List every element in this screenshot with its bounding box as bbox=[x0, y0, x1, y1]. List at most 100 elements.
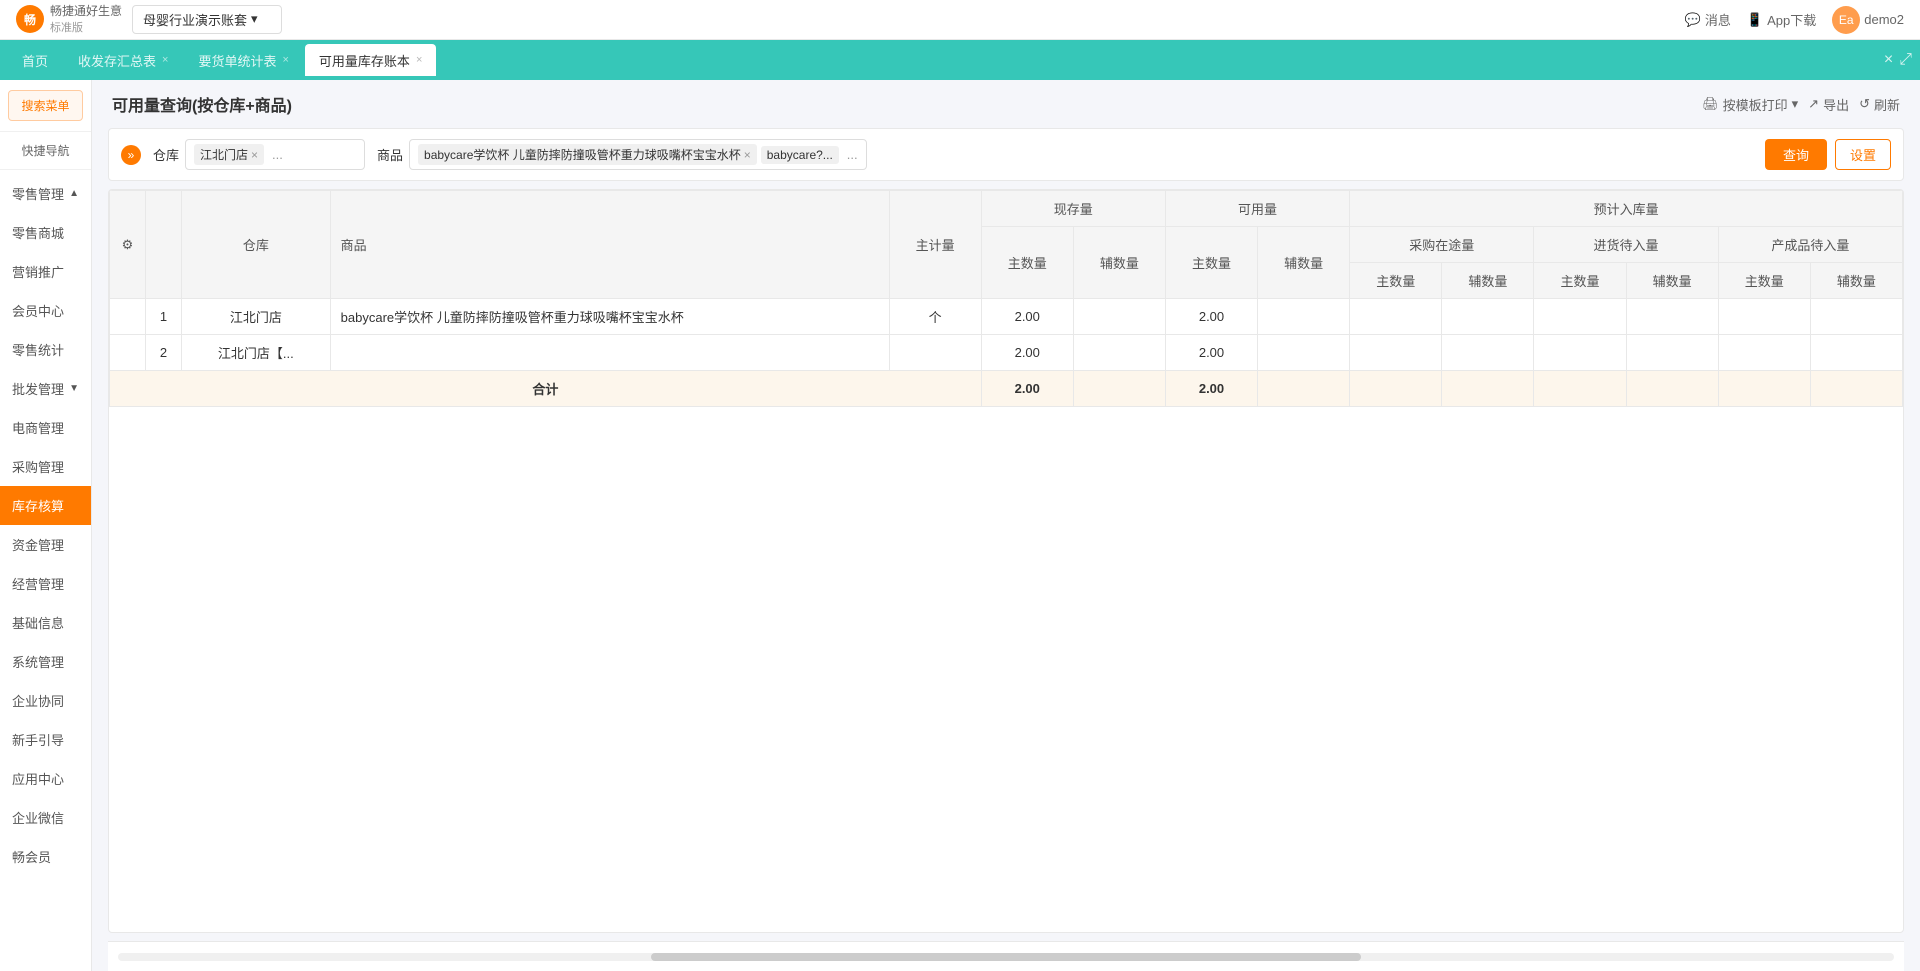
sidebar-item-new-guide-label: 新手引导 bbox=[12, 730, 64, 749]
sidebar-item-member-center[interactable]: 会员中心 bbox=[0, 291, 91, 330]
sidebar-item-system-mgmt-label: 系统管理 bbox=[12, 652, 64, 671]
quick-nav-button[interactable]: 快捷导航 bbox=[0, 132, 91, 170]
td-gear bbox=[110, 299, 146, 335]
th-avail-aux: 辅数量 bbox=[1258, 227, 1350, 299]
td-pt-main-2 bbox=[1350, 335, 1442, 371]
avatar: Ea bbox=[1832, 6, 1860, 34]
td-pt-aux-2 bbox=[1442, 335, 1534, 371]
tab-order-stats[interactable]: 要货单统计表 × bbox=[184, 44, 302, 76]
sidebar-item-enterprise-collab[interactable]: 企业协同 bbox=[0, 681, 91, 720]
sidebar-item-member-center-label: 会员中心 bbox=[12, 301, 64, 320]
sidebar-item-member[interactable]: 畅会员 bbox=[0, 837, 91, 876]
tab-home[interactable]: 首页 bbox=[8, 44, 62, 76]
expand-icon[interactable]: ⤢ bbox=[1899, 51, 1912, 69]
data-table: ⚙ 仓库 商品 主计量 现存量 可用量 预计入库量 主数量 辅数量 主数量 辅数… bbox=[109, 190, 1903, 407]
td-warehouse-1: 江北门店 bbox=[182, 299, 331, 335]
scrollbar-thumb[interactable] bbox=[651, 953, 1361, 961]
top-bar-left: 畅 畅捷通好生意 标准版 母婴行业演示账套 ▾ bbox=[16, 4, 282, 34]
sidebar-item-basic-info[interactable]: 基础信息 bbox=[0, 603, 91, 642]
sidebar-item-retail-mall[interactable]: 零售商城 bbox=[0, 213, 91, 252]
sidebar-item-wholesale-mgmt[interactable]: 批发管理 ▼ bbox=[0, 369, 91, 408]
sidebar-item-inventory-label: 库存核算 bbox=[12, 496, 64, 515]
sidebar-item-retail-stats[interactable]: 零售统计 bbox=[0, 330, 91, 369]
th-ip-main: 主数量 bbox=[1534, 263, 1626, 299]
horizontal-scrollbar[interactable] bbox=[118, 953, 1894, 961]
product-more-icon: ... bbox=[847, 147, 858, 162]
tab-available-stock[interactable]: 可用量库存账本 × bbox=[305, 44, 436, 76]
search-menu-button[interactable]: 搜索菜单 bbox=[8, 90, 83, 121]
sidebar-item-purchase-label: 采购管理 bbox=[12, 457, 64, 476]
tab-receive-summary[interactable]: 收发存汇总表 × bbox=[64, 44, 182, 76]
td-unit-1: 个 bbox=[889, 299, 981, 335]
td-avail-aux-1 bbox=[1258, 299, 1350, 335]
print-button[interactable]: 🖨 按模板打印 ▾ bbox=[1702, 95, 1798, 114]
sidebar-item-finance[interactable]: 资金管理 bbox=[0, 525, 91, 564]
th-pp-main: 主数量 bbox=[1718, 263, 1810, 299]
message-action[interactable]: 💬 消息 bbox=[1685, 10, 1731, 29]
sidebar-item-purchase[interactable]: 采购管理 bbox=[0, 447, 91, 486]
warehouse-tag-value: 江北门店 bbox=[200, 146, 248, 163]
td-ip-main-2 bbox=[1534, 335, 1626, 371]
sidebar-item-marketing[interactable]: 营销推广 bbox=[0, 252, 91, 291]
remove-warehouse-tag-icon[interactable]: × bbox=[251, 148, 258, 162]
product-filter-input[interactable]: babycare学饮杯 儿童防摔防撞吸管杯重力球吸嘴杯宝宝水杯 × babyca… bbox=[409, 139, 867, 170]
summary-label: 合计 bbox=[110, 371, 982, 407]
summary-stock-aux bbox=[1073, 371, 1165, 407]
refresh-button[interactable]: ↺ 刷新 bbox=[1859, 95, 1900, 114]
arrow-down-icon: ▼ bbox=[69, 383, 79, 394]
th-gear[interactable]: ⚙ bbox=[110, 191, 146, 299]
industry-selector[interactable]: 母婴行业演示账套 ▾ bbox=[132, 5, 282, 34]
summary-stock-main: 2.00 bbox=[981, 371, 1073, 407]
tab-receive-summary-label: 收发存汇总表 bbox=[78, 51, 156, 70]
summary-pp-aux bbox=[1810, 371, 1902, 407]
tab-close-icon[interactable]: × bbox=[162, 55, 168, 66]
sidebar-item-ecommerce[interactable]: 电商管理 bbox=[0, 408, 91, 447]
top-bar: 畅 畅捷通好生意 标准版 母婴行业演示账套 ▾ 💬 消息 📱 App下载 Ea … bbox=[0, 0, 1920, 40]
setting-button[interactable]: 设置 bbox=[1835, 139, 1891, 170]
user-profile[interactable]: Ea demo2 bbox=[1832, 6, 1904, 34]
print-icon: 🖨 bbox=[1702, 96, 1719, 112]
close-all-tabs-icon[interactable]: × bbox=[1884, 51, 1893, 69]
th-expected-in: 预计入库量 bbox=[1350, 191, 1903, 227]
th-available: 可用量 bbox=[1165, 191, 1349, 227]
sidebar-item-new-guide[interactable]: 新手引导 bbox=[0, 720, 91, 759]
export-button[interactable]: ↗ 导出 bbox=[1808, 95, 1849, 114]
remove-product-tag-1-icon[interactable]: × bbox=[744, 148, 751, 162]
product-tag-1: babycare学饮杯 儿童防摔防撞吸管杯重力球吸嘴杯宝宝水杯 × bbox=[418, 144, 757, 165]
tab-close-icon[interactable]: × bbox=[416, 55, 422, 66]
brand: 畅 畅捷通好生意 标准版 bbox=[16, 4, 122, 34]
td-avail-main-2: 2.00 bbox=[1165, 335, 1257, 371]
product-filter-label: 商品 bbox=[377, 145, 403, 164]
th-pp-aux: 辅数量 bbox=[1810, 263, 1902, 299]
sidebar-item-app-center[interactable]: 应用中心 bbox=[0, 759, 91, 798]
tab-close-icon[interactable]: × bbox=[282, 55, 288, 66]
filter-action-buttons: 查询 设置 bbox=[1765, 139, 1891, 170]
sidebar-item-enterprise-wechat[interactable]: 企业微信 bbox=[0, 798, 91, 837]
sidebar-item-basic-info-label: 基础信息 bbox=[12, 613, 64, 632]
app-download-action[interactable]: 📱 App下载 bbox=[1747, 10, 1816, 29]
main-layout: 搜索菜单 快捷导航 零售管理 ▲ 零售商城 营销推广 会员中心 零售统计 批发管… bbox=[0, 80, 1920, 971]
sidebar-item-inventory[interactable]: 库存核算 bbox=[0, 486, 91, 525]
app-label: App下载 bbox=[1767, 10, 1816, 29]
content-area: 可用量查询(按仓库+商品) 🖨 按模板打印 ▾ ↗ 导出 ↺ 刷新 » bbox=[92, 80, 1920, 971]
sidebar-item-operations[interactable]: 经营管理 bbox=[0, 564, 91, 603]
td-ip-main-1 bbox=[1534, 299, 1626, 335]
warehouse-filter-input[interactable]: 江北门店 × ... bbox=[185, 139, 365, 170]
td-ip-aux-2 bbox=[1626, 335, 1718, 371]
th-avail-main: 主数量 bbox=[1165, 227, 1257, 299]
th-warehouse: 仓库 bbox=[182, 191, 331, 299]
export-icon: ↗ bbox=[1808, 96, 1819, 112]
sidebar-item-system-mgmt[interactable]: 系统管理 bbox=[0, 642, 91, 681]
filter-expand-button[interactable]: » bbox=[121, 145, 141, 165]
query-button[interactable]: 查询 bbox=[1765, 139, 1827, 170]
sidebar-item-retail-mgmt[interactable]: 零售管理 ▲ bbox=[0, 174, 91, 213]
td-unit-2 bbox=[889, 335, 981, 371]
sidebar-item-ecommerce-label: 电商管理 bbox=[12, 418, 64, 437]
sidebar-item-member-label: 畅会员 bbox=[12, 847, 51, 866]
summary-ip-aux bbox=[1626, 371, 1718, 407]
td-stock-aux-1 bbox=[1073, 299, 1165, 335]
product-filter-group: 商品 babycare学饮杯 儿童防摔防撞吸管杯重力球吸嘴杯宝宝水杯 × bab… bbox=[377, 139, 867, 170]
more-options-icon: ... bbox=[272, 147, 283, 162]
td-gear-2 bbox=[110, 335, 146, 371]
summary-ip-main bbox=[1534, 371, 1626, 407]
